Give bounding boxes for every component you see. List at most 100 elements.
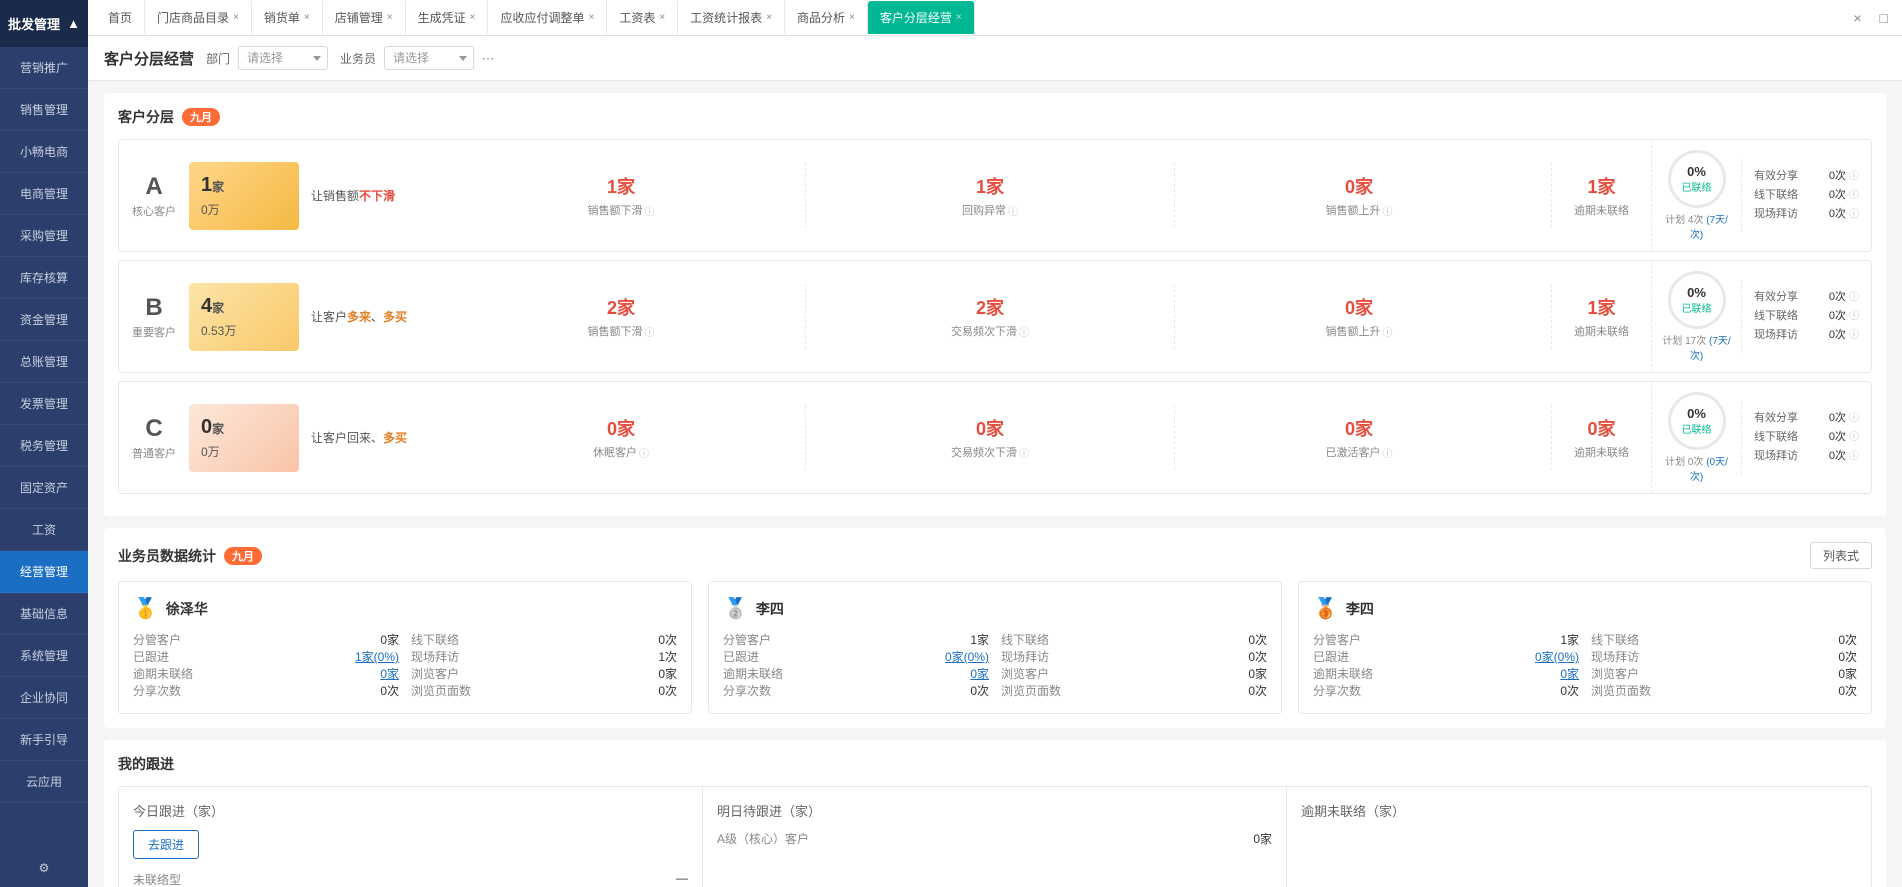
staff-left-stats: 分管客户 0家 已跟进 1家(0%) 逾期未联络 0家 分享次数 0次 [133, 631, 399, 699]
stat-label: 销售额下滑 ⓘ [441, 202, 801, 218]
sidebar-item-云应用[interactable]: 云应用 [0, 761, 88, 803]
side-stat-row: 现场拜访 0次 ⓘ [1754, 447, 1859, 463]
side-stat-row: 现场拜访 0次 ⓘ [1754, 205, 1859, 221]
list-view-button[interactable]: 列表式 [1810, 542, 1872, 569]
tab-应收应付调整单[interactable]: 应收应付调整单× [488, 1, 607, 34]
sidebar-item-总账管理[interactable]: 总账管理 [0, 341, 88, 383]
stat-item: 1家 回购异常 ⓘ [806, 163, 1175, 228]
sidebar-item-系统管理[interactable]: 系统管理 [0, 635, 88, 677]
sidebar-item-采购管理[interactable]: 采购管理 [0, 215, 88, 257]
stat-num: 0家 [1179, 415, 1539, 441]
scroll-content: 客户分层 九月 A 核心客户 1家 0万 让销售额不下滑 1家 销售额下滑 ⓘ … [88, 81, 1902, 887]
staff-right-stats: 线下联络 0次 现场拜访 0次 浏览客户 0家 浏览页面数 0次 [1591, 631, 1857, 699]
tier-stats-B: 2家 销售额下滑 ⓘ 2家 交易频次下滑 ⓘ 0家 销售额上升 ⓘ [429, 284, 1551, 349]
sidebar-item-资金管理[interactable]: 资金管理 [0, 299, 88, 341]
tab-首页[interactable]: 首页 [96, 1, 145, 34]
sidebar-item-经营管理[interactable]: 经营管理 [0, 551, 88, 593]
stat-label: 交易频次下滑 ⓘ [810, 444, 1170, 460]
stat-num: 1家 [810, 173, 1170, 199]
dept-select[interactable]: 请选择 [238, 46, 328, 70]
sidebar-item-小畅电商[interactable]: 小畅电商 [0, 131, 88, 173]
stat-item: 0家 销售额上升 ⓘ [1175, 284, 1543, 349]
followup-row: 未联络型 — [133, 871, 688, 887]
salesperson-select[interactable]: 请选择 [384, 46, 474, 70]
staff-stat-row: 浏览页面数 0次 [411, 682, 677, 699]
tab-close-icon[interactable]: × [304, 12, 310, 23]
stat-num: 2家 [810, 294, 1170, 320]
tier-row-A: A 核心客户 1家 0万 让销售额不下滑 1家 销售额下滑 ⓘ 1家 回购异常 … [118, 139, 1872, 252]
tab-prev-button[interactable]: × [1847, 8, 1867, 28]
staff-section-title: 业务员数据统计 九月 [118, 546, 262, 566]
stat-num: 0家 [810, 415, 1170, 441]
sidebar-item-发票管理[interactable]: 发票管理 [0, 383, 88, 425]
tab-门店商品目录[interactable]: 门店商品目录× [145, 1, 252, 34]
tab-close-icon[interactable]: × [849, 12, 855, 23]
side-stat-label: 现场拜访 [1754, 205, 1798, 221]
tab-close-icon[interactable]: × [588, 12, 594, 23]
followup-section: 我的跟进 今日跟进（家） 去跟进 未联络型 — 已联络 — 未跟进① — 工注客… [104, 740, 1886, 887]
sidebar-item-固定资产[interactable]: 固定资产 [0, 467, 88, 509]
staff-stat-row: 浏览页面数 0次 [1591, 682, 1857, 699]
sidebar-item-工资[interactable]: 工资 [0, 509, 88, 551]
tier-suggestion-A: 让销售额不下滑 [299, 175, 429, 216]
sidebar-item-电商管理[interactable]: 电商管理 [0, 173, 88, 215]
tier-count-block-B: 4家 0.53万 [189, 283, 299, 351]
staff-stat-row: 浏览客户 0家 [411, 665, 677, 682]
staff-card-2: 🥉 李四 分管客户 1家 已跟进 0家(0%) 逾期未联络 0家 分享次数 0次… [1298, 581, 1872, 714]
sidebar-item-企业协同[interactable]: 企业协同 [0, 677, 88, 719]
tier-suggestion-B: 让客户多来、多买 [299, 296, 429, 337]
staff-stat-row: 逾期未联络 0家 [1313, 665, 1579, 682]
tier-row-C: C 普通客户 0家 0万 让客户回来、多买 0家 休眠客户 ⓘ 0家 交易频次下… [118, 381, 1872, 494]
staff-right-stats: 线下联络 0次 现场拜访 0次 浏览客户 0家 浏览页面数 0次 [1001, 631, 1267, 699]
customer-section-title: 客户分层 九月 [118, 107, 1872, 127]
sidebar-item-基础信息[interactable]: 基础信息 [0, 593, 88, 635]
tab-close-icon[interactable]: × [470, 12, 476, 23]
tier-stats-A: 1家 销售额下滑 ⓘ 1家 回购异常 ⓘ 0家 销售额上升 ⓘ [429, 163, 1551, 228]
sidebar-item-销售管理[interactable]: 销售管理 [0, 89, 88, 131]
tab-工资统计报表[interactable]: 工资统计报表× [678, 1, 785, 34]
stat-label: 销售额上升 ⓘ [1179, 202, 1539, 218]
tab-next-button[interactable]: □ [1874, 8, 1894, 28]
followup-btn[interactable]: 去跟进 [133, 830, 199, 859]
tier-contact-B: 1家 逾期未联络 [1551, 284, 1651, 349]
tab-商品分析[interactable]: 商品分析× [785, 1, 868, 34]
sidebar-settings[interactable]: ⚙ [0, 849, 88, 887]
staff-stat-row: 现场拜访 0次 [1001, 648, 1267, 665]
tab-close-icon[interactable]: × [956, 12, 962, 23]
staff-stat-row: 已跟进 0家(0%) [1313, 648, 1579, 665]
tab-店铺管理[interactable]: 店铺管理× [323, 1, 406, 34]
sidebar-item-新手引导[interactable]: 新手引导 [0, 719, 88, 761]
sidebar-item-营销推广[interactable]: 营销推广 [0, 47, 88, 89]
filter-more[interactable]: ··· [482, 51, 494, 65]
sidebar-item-库存核算[interactable]: 库存核算 [0, 257, 88, 299]
staff-name: 李四 [1346, 599, 1374, 619]
staff-stats-grid: 分管客户 1家 已跟进 0家(0%) 逾期未联络 0家 分享次数 0次 线下联络… [1313, 631, 1857, 699]
stat-label: 销售额下滑 ⓘ [441, 323, 801, 339]
tier-circle-A: 0% 已联络 计划 4次 (7天/次) [1651, 140, 1741, 251]
tab-close-icon[interactable]: × [659, 12, 665, 23]
tier-circle-C: 0% 已联络 计划 0次 (0天/次) [1651, 382, 1741, 493]
tab-销货单[interactable]: 销货单× [252, 1, 323, 34]
tab-生成凭证[interactable]: 生成凭证× [406, 1, 489, 34]
tier-side-stats-C: 有效分享 0次 ⓘ 线下联络 0次 ⓘ 现场拜访 0次 ⓘ [1741, 401, 1871, 474]
tab-工资表[interactable]: 工资表× [607, 1, 678, 34]
tab-close-icon[interactable]: × [766, 12, 772, 23]
staff-stat-row: 分享次数 0次 [723, 682, 989, 699]
tab-close-icon[interactable]: × [387, 12, 393, 23]
staff-name-row: 🥈 李四 [723, 596, 1267, 621]
stat-label: 销售额上升 ⓘ [1179, 323, 1539, 339]
page-title: 客户分层经营 [104, 48, 194, 69]
sidebar-item-税务管理[interactable]: 税务管理 [0, 425, 88, 467]
staff-stat-row: 分享次数 0次 [133, 682, 399, 699]
tier-suggestion-C: 让客户回来、多买 [299, 417, 429, 458]
stat-item: 0家 交易频次下滑 ⓘ [806, 405, 1175, 470]
tab-close-icon[interactable]: × [233, 12, 239, 23]
staff-name: 徐泽华 [166, 599, 208, 619]
staff-stat-row: 线下联络 0次 [1001, 631, 1267, 648]
tab-客户分层经营[interactable]: 客户分层经营× [868, 1, 975, 34]
followup-section-title: 我的跟进 [118, 754, 1872, 774]
staff-left-stats: 分管客户 1家 已跟进 0家(0%) 逾期未联络 0家 分享次数 0次 [723, 631, 989, 699]
staff-stat-row: 线下联络 0次 [411, 631, 677, 648]
side-stat-row: 有效分享 0次 ⓘ [1754, 288, 1859, 304]
followup-row: A级（核心）客户 0家 [717, 830, 1272, 847]
